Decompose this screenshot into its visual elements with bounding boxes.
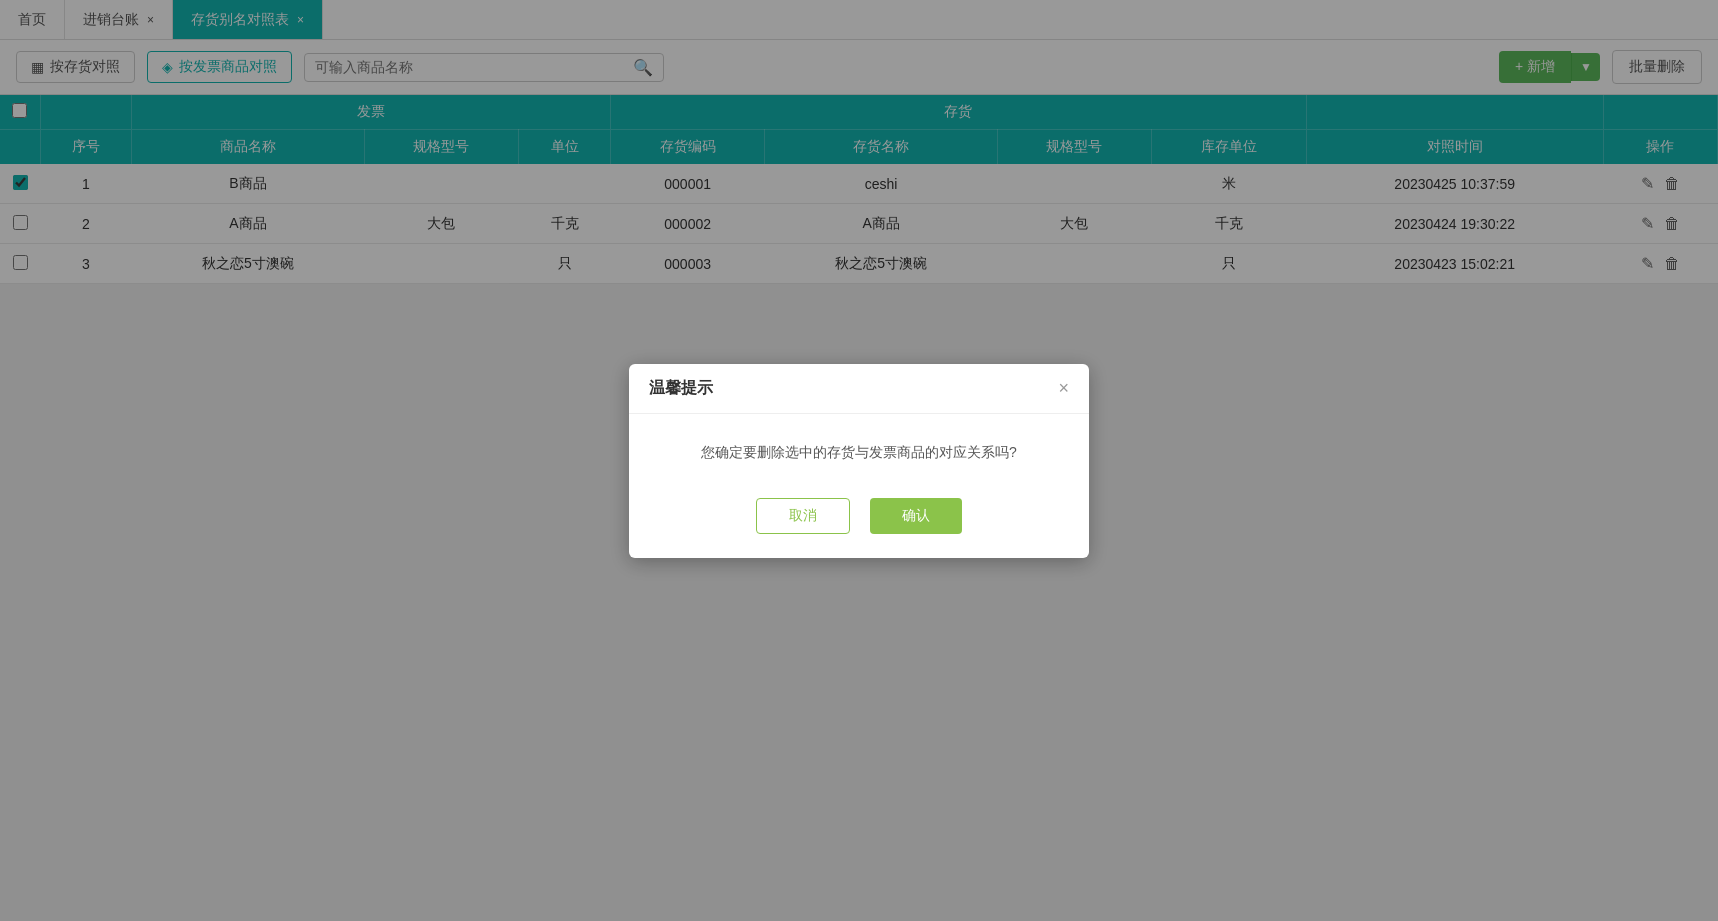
modal-overlay: 温馨提示 × 您确定要删除选中的存货与发票商品的对应关系吗? 取消 确认 bbox=[0, 0, 1718, 284]
